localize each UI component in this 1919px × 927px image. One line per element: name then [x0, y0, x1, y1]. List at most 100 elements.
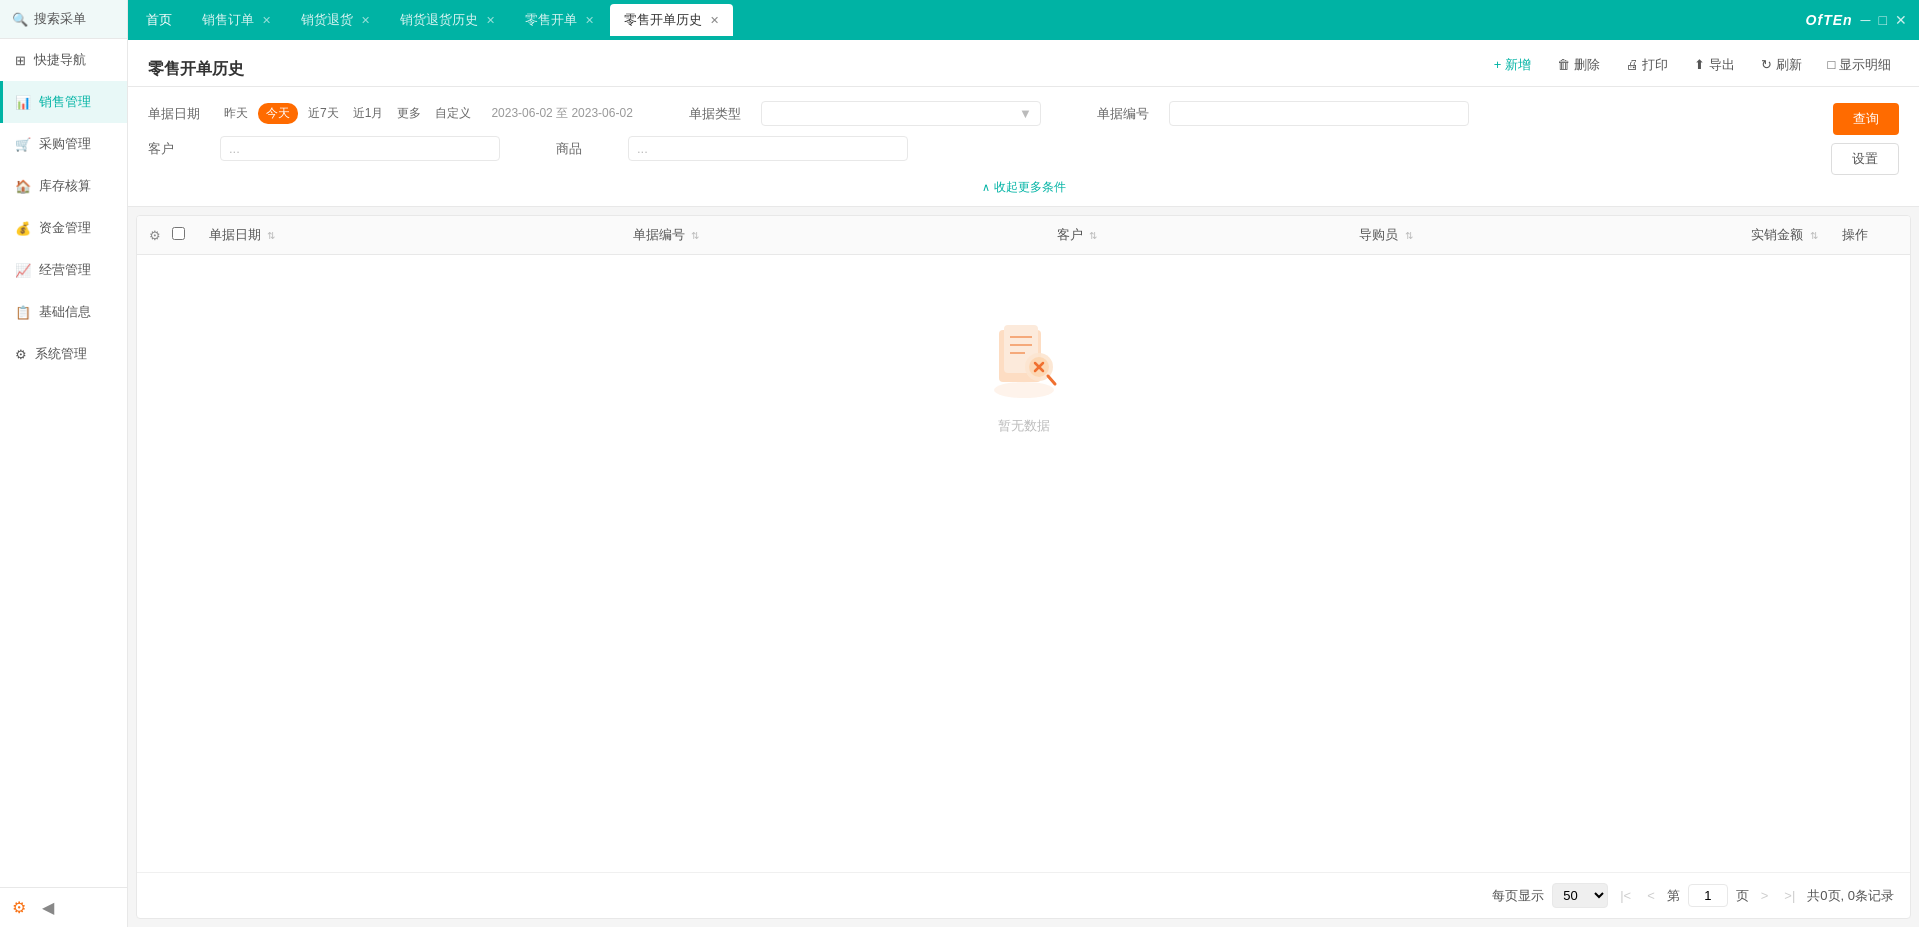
print-button[interactable]: 🖨 打印	[1618, 52, 1677, 78]
sidebar-item-basic-info[interactable]: 📋 基础信息	[0, 291, 127, 333]
sidebar-item-label: 采购管理	[39, 135, 91, 153]
add-button[interactable]: + 新增	[1486, 52, 1539, 78]
settings-icon[interactable]: ⚙	[12, 898, 26, 917]
sidebar-item-inventory[interactable]: 🏠 库存核算	[0, 165, 127, 207]
sidebar: 🔍 搜索采单 ⊞ 快捷导航 📊 销售管理 🛒 采购管理 🏠 库存核算 💰 资金管…	[0, 0, 128, 927]
product-filter-select[interactable]: ...	[628, 136, 908, 161]
date-custom[interactable]: 自定义	[431, 103, 475, 124]
toolbar: + 新增 🗑 删除 🖨 打印 ⬆ 导出 ↻ 刷新 □ 显示明细	[1486, 52, 1899, 86]
tab-retail-open[interactable]: 零售开单 ✕	[511, 4, 608, 36]
number-filter-input[interactable]	[1169, 101, 1469, 126]
sidebar-item-purchase-mgmt[interactable]: 🛒 采购管理	[0, 123, 127, 165]
sort-guide-icon[interactable]: ⇅	[1405, 230, 1413, 241]
col-amount-label: 实销金额	[1751, 227, 1803, 242]
table-container: ⚙ 单据日期 ⇅ 单据编号 ⇅	[136, 215, 1911, 919]
chevron-up-icon: ∧	[982, 181, 990, 194]
number-filter-label: 单据编号	[1097, 105, 1153, 123]
date-1month[interactable]: 近1月	[349, 103, 388, 124]
purchase-mgmt-icon: 🛒	[15, 137, 31, 152]
tab-sales-return-history[interactable]: 销货退货历史 ✕	[386, 4, 509, 36]
product-filter-label: 商品	[556, 140, 612, 158]
date-today[interactable]: 今天	[258, 103, 298, 124]
sidebar-item-label: 销售管理	[39, 93, 91, 111]
tab-retail-open-label: 零售开单	[525, 11, 577, 29]
sidebar-search[interactable]: 🔍 搜索采单	[0, 0, 127, 39]
tab-retail-open-close[interactable]: ✕	[585, 14, 594, 27]
svg-point-0	[994, 382, 1054, 398]
sort-customer-icon[interactable]: ⇅	[1089, 230, 1097, 241]
tab-sales-return[interactable]: 销货退货 ✕	[287, 4, 384, 36]
sort-number-icon[interactable]: ⇅	[691, 230, 699, 241]
date-yesterday[interactable]: 昨天	[220, 103, 252, 124]
tab-retail-open-history[interactable]: 零售开单历史 ✕	[610, 4, 733, 36]
date-7days[interactable]: 近7天	[304, 103, 343, 124]
sidebar-item-label: 快捷导航	[34, 51, 86, 69]
sidebar-item-sys-mgmt[interactable]: ⚙ 系统管理	[0, 333, 127, 375]
delete-button[interactable]: 🗑 删除	[1549, 52, 1608, 78]
page-first-btn[interactable]: |<	[1616, 886, 1635, 905]
finance-icon: 💰	[15, 221, 31, 236]
customer-filter-select[interactable]: ...	[220, 136, 500, 161]
settings-button[interactable]: 设置	[1831, 143, 1899, 175]
tab-home-label: 首页	[146, 11, 172, 29]
refresh-button[interactable]: ↻ 刷新	[1753, 52, 1810, 78]
col-customer-label: 客户	[1057, 227, 1083, 242]
maximize-btn[interactable]: □	[1879, 12, 1887, 28]
collapse-bar[interactable]: ∧ 收起更多条件	[148, 175, 1899, 196]
sidebar-item-label: 系统管理	[35, 345, 87, 363]
export-button[interactable]: ⬆ 导出	[1686, 52, 1743, 78]
page-input[interactable]	[1688, 884, 1728, 907]
query-button[interactable]: 查询	[1833, 103, 1899, 135]
date-filter-label: 单据日期	[148, 105, 204, 123]
minimize-btn[interactable]: ─	[1861, 12, 1871, 28]
window-controls: OfTEn ─ □ ✕	[1806, 12, 1919, 28]
date-more[interactable]: 更多	[393, 103, 425, 124]
sort-date-icon[interactable]: ⇅	[267, 230, 275, 241]
sidebar-search-label: 搜索采单	[34, 10, 86, 28]
content-area: 零售开单历史 + 新增 🗑 删除 🖨 打印 ⬆ 导出 ↻ 刷新 □ 显示明细 单…	[128, 40, 1919, 927]
sidebar-item-sales-mgmt[interactable]: 📊 销售管理	[0, 81, 127, 123]
sidebar-nav: ⊞ 快捷导航 📊 销售管理 🛒 采购管理 🏠 库存核算 💰 资金管理 📈 经营管…	[0, 39, 127, 887]
page-next-btn[interactable]: >	[1757, 886, 1773, 905]
close-btn[interactable]: ✕	[1895, 12, 1907, 28]
display-button[interactable]: □ 显示明细	[1820, 52, 1899, 78]
page-last-btn[interactable]: >|	[1780, 886, 1799, 905]
table-header-checkbox: ⚙	[137, 216, 197, 255]
col-date: 单据日期 ⇅	[197, 216, 621, 255]
col-guide: 导购员 ⇅	[1347, 216, 1710, 255]
tab-sales-return-close[interactable]: ✕	[361, 14, 370, 27]
filter-row-customer: 客户 ... 商品 ...	[148, 136, 1797, 161]
pagination: 每页显示 50 100 200 |< < 第 页 > >| 共0页, 0条记录	[137, 872, 1910, 918]
tab-sales-order-label: 销售订单	[202, 11, 254, 29]
page-prev-btn[interactable]: <	[1643, 886, 1659, 905]
tab-sales-return-label: 销货退货	[301, 11, 353, 29]
page-label: 页	[1736, 887, 1749, 905]
quick-nav-icon: ⊞	[15, 53, 26, 68]
sort-amount-icon[interactable]: ⇅	[1810, 230, 1818, 241]
col-action: 操作	[1830, 216, 1910, 255]
tab-retail-open-history-close[interactable]: ✕	[710, 14, 719, 27]
sidebar-item-operations[interactable]: 📈 经营管理	[0, 249, 127, 291]
svg-line-10	[1048, 376, 1055, 384]
type-filter-label: 单据类型	[689, 105, 745, 123]
select-all-checkbox[interactable]	[172, 227, 185, 240]
sales-mgmt-icon: 📊	[15, 95, 31, 110]
gear-icon[interactable]: ⚙	[149, 228, 161, 243]
sidebar-item-quick-nav[interactable]: ⊞ 快捷导航	[0, 39, 127, 81]
tab-retail-open-history-label: 零售开单历史	[624, 11, 702, 29]
brand-label: OfTEn	[1806, 12, 1853, 28]
empty-icon	[979, 315, 1069, 405]
tab-sales-order[interactable]: 销售订单 ✕	[188, 4, 285, 36]
tab-sales-return-history-close[interactable]: ✕	[486, 14, 495, 27]
col-customer: 客户 ⇅	[1045, 216, 1347, 255]
tab-home[interactable]: 首页	[132, 4, 186, 36]
per-page-select[interactable]: 50 100 200	[1552, 883, 1608, 908]
collapse-sidebar-icon[interactable]: ◀	[42, 898, 54, 917]
sidebar-item-label: 资金管理	[39, 219, 91, 237]
type-filter-select[interactable]: ▼	[761, 101, 1041, 126]
table-header-row: ⚙ 单据日期 ⇅ 单据编号 ⇅	[137, 216, 1910, 255]
per-page-label: 每页显示	[1492, 887, 1544, 905]
col-amount: 实销金额 ⇅	[1710, 216, 1830, 255]
tab-sales-order-close[interactable]: ✕	[262, 14, 271, 27]
sidebar-item-finance[interactable]: 💰 资金管理	[0, 207, 127, 249]
